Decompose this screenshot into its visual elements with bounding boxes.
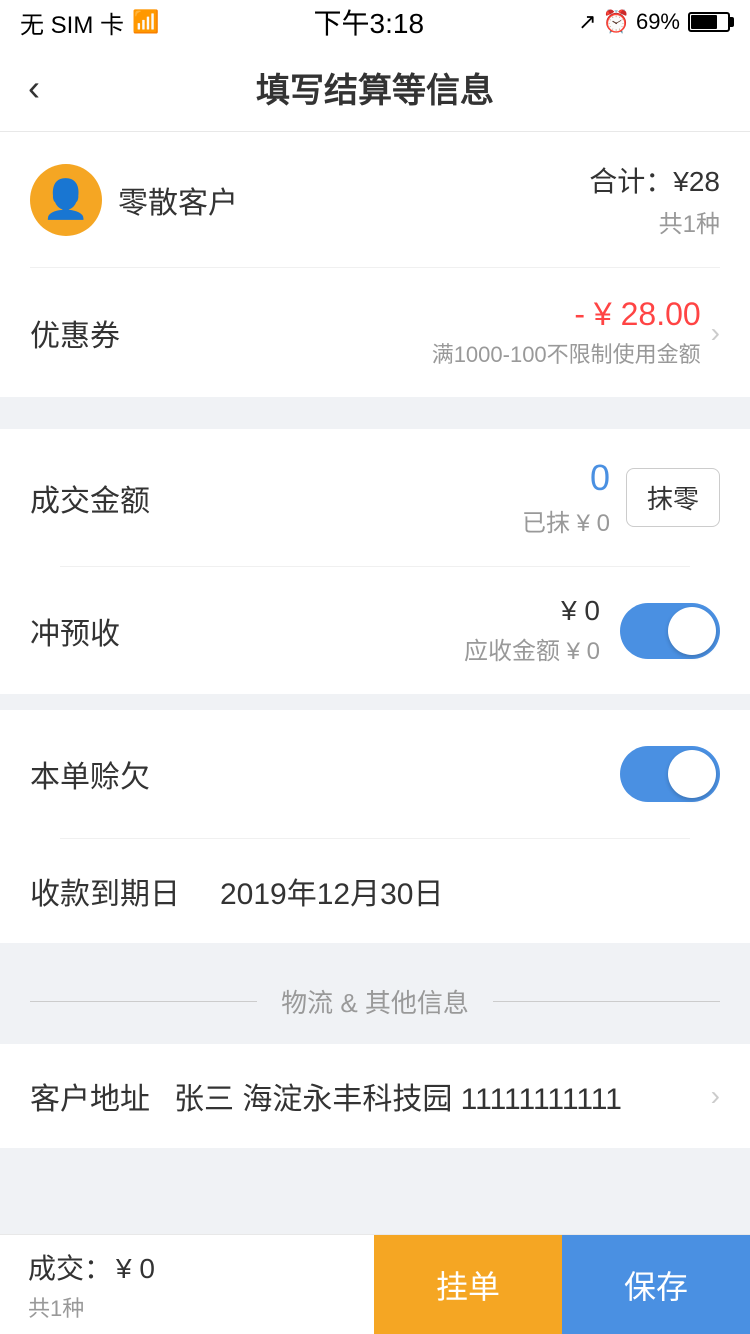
- battery-text: 69%: [636, 9, 680, 35]
- bottom-deal-label: 成交：: [28, 1247, 112, 1287]
- amount-section: 成交金额 0 已抹 ¥ 0 抹零 冲预收 ¥ 0 应收金额 ¥ 0: [0, 429, 750, 694]
- wifi-icon: 📶: [132, 9, 159, 35]
- avatar-icon: 👤: [42, 178, 89, 222]
- coupon-right: - ¥ 28.00 满1000-100不限制使用金额 ›: [432, 296, 720, 369]
- address-key: 客户地址: [30, 1074, 150, 1118]
- toggle-knob: [668, 607, 716, 655]
- back-button[interactable]: ‹: [28, 67, 40, 109]
- round-button[interactable]: 抹零: [626, 468, 720, 527]
- credit-toggle-knob: [668, 750, 716, 798]
- credit-toggle[interactable]: [620, 746, 720, 802]
- status-left: 无 SIM 卡 📶: [20, 5, 159, 40]
- bottom-deal-amount: ¥ 0: [116, 1253, 155, 1285]
- save-button[interactable]: 保存: [562, 1235, 750, 1334]
- bottom-bar: 成交： ¥ 0 共1种 挂单 保存: [0, 1234, 750, 1334]
- address-row: 客户地址 张三 海淀永丰科技园 11111111111 ›: [30, 1074, 720, 1118]
- status-bar: 无 SIM 卡 📶 下午3:18 ↗ ⏰ 69%: [0, 0, 750, 44]
- prereceive-sub: 应收金额 ¥ 0: [464, 631, 600, 666]
- logistics-label: 物流 & 其他信息: [257, 983, 493, 1020]
- total-amount: 合计：¥28: [589, 160, 720, 200]
- transaction-value: 0: [522, 457, 610, 499]
- logistics-line-right: [493, 1001, 720, 1002]
- address-section[interactable]: 客户地址 张三 海淀永丰科技园 11111111111 ›: [0, 1044, 750, 1148]
- credit-section: 本单赊欠 收款到期日 2019年12月30日: [0, 710, 750, 943]
- transaction-sub: 已抹 ¥ 0: [522, 503, 610, 538]
- hold-button[interactable]: 挂单: [374, 1235, 562, 1334]
- address-left: 客户地址 张三 海淀永丰科技园 11111111111: [30, 1074, 622, 1118]
- address-value: 张三 海淀永丰科技园 11111111111: [174, 1074, 622, 1118]
- coupon-label: 优惠券: [30, 311, 120, 355]
- avatar: 👤: [30, 164, 102, 236]
- coupon-value-block: - ¥ 28.00 满1000-100不限制使用金额: [432, 296, 701, 369]
- bottom-info: 成交： ¥ 0 共1种: [0, 1235, 374, 1334]
- customer-section: 👤 零散客户 合计：¥28 共1种 优惠券 - ¥ 28.00 满1000-10…: [0, 132, 750, 397]
- duedate-label: 收款到期日: [30, 869, 180, 913]
- nav-bar: ‹ 填写结算等信息: [0, 44, 750, 132]
- transaction-row: 成交金额 0 已抹 ¥ 0 抹零: [30, 429, 720, 566]
- status-right: ↗ ⏰ 69%: [578, 9, 730, 35]
- customer-left: 👤 零散客户: [30, 164, 238, 236]
- coupon-amount: - ¥ 28.00: [432, 296, 701, 333]
- duedate-value: 2019年12月30日: [220, 869, 443, 913]
- prereceive-right: ¥ 0 应收金额 ¥ 0: [464, 595, 720, 666]
- gray-divider-2: [0, 694, 750, 710]
- credit-row: 本单赊欠: [30, 710, 720, 838]
- gray-divider-3: [0, 943, 750, 959]
- prereceive-values: ¥ 0 应收金额 ¥ 0: [464, 595, 600, 666]
- amount-value-block: 0 已抹 ¥ 0: [522, 457, 610, 538]
- logistics-line-left: [30, 1001, 257, 1002]
- bottom-deal-row: 成交： ¥ 0: [28, 1247, 346, 1287]
- alarm-icon: ⏰: [603, 9, 630, 35]
- logistics-section: 物流 & 其他信息: [0, 959, 750, 1044]
- duedate-row: 收款到期日 2019年12月30日: [30, 839, 720, 943]
- total-count: 共1种: [589, 204, 720, 239]
- chevron-right-icon: ›: [711, 317, 720, 349]
- prereceive-toggle[interactable]: [620, 603, 720, 659]
- prereceive-label: 冲预收: [30, 609, 120, 653]
- customer-row: 👤 零散客户 合计：¥28 共1种: [0, 132, 750, 267]
- prereceive-amount: ¥ 0: [464, 595, 600, 627]
- address-chevron-icon: ›: [711, 1080, 720, 1112]
- carrier-text: 无 SIM 卡: [20, 5, 124, 40]
- bottom-count: 共1种: [28, 1291, 346, 1323]
- transaction-label: 成交金额: [30, 476, 150, 520]
- customer-name: 零散客户: [118, 178, 238, 222]
- location-icon: ↗: [578, 9, 596, 35]
- coupon-row[interactable]: 优惠券 - ¥ 28.00 满1000-100不限制使用金额 ›: [0, 268, 750, 397]
- gray-divider-1: [0, 413, 750, 429]
- status-time: 下午3:18: [314, 2, 425, 42]
- credit-label: 本单赊欠: [30, 752, 150, 796]
- customer-right: 合计：¥28 共1种: [589, 160, 720, 239]
- page-title: 填写结算等信息: [256, 63, 494, 112]
- battery-icon: [688, 12, 730, 32]
- prereceive-row: 冲预收 ¥ 0 应收金额 ¥ 0: [30, 567, 720, 694]
- transaction-right: 0 已抹 ¥ 0 抹零: [522, 457, 720, 538]
- coupon-desc: 满1000-100不限制使用金额: [432, 337, 701, 369]
